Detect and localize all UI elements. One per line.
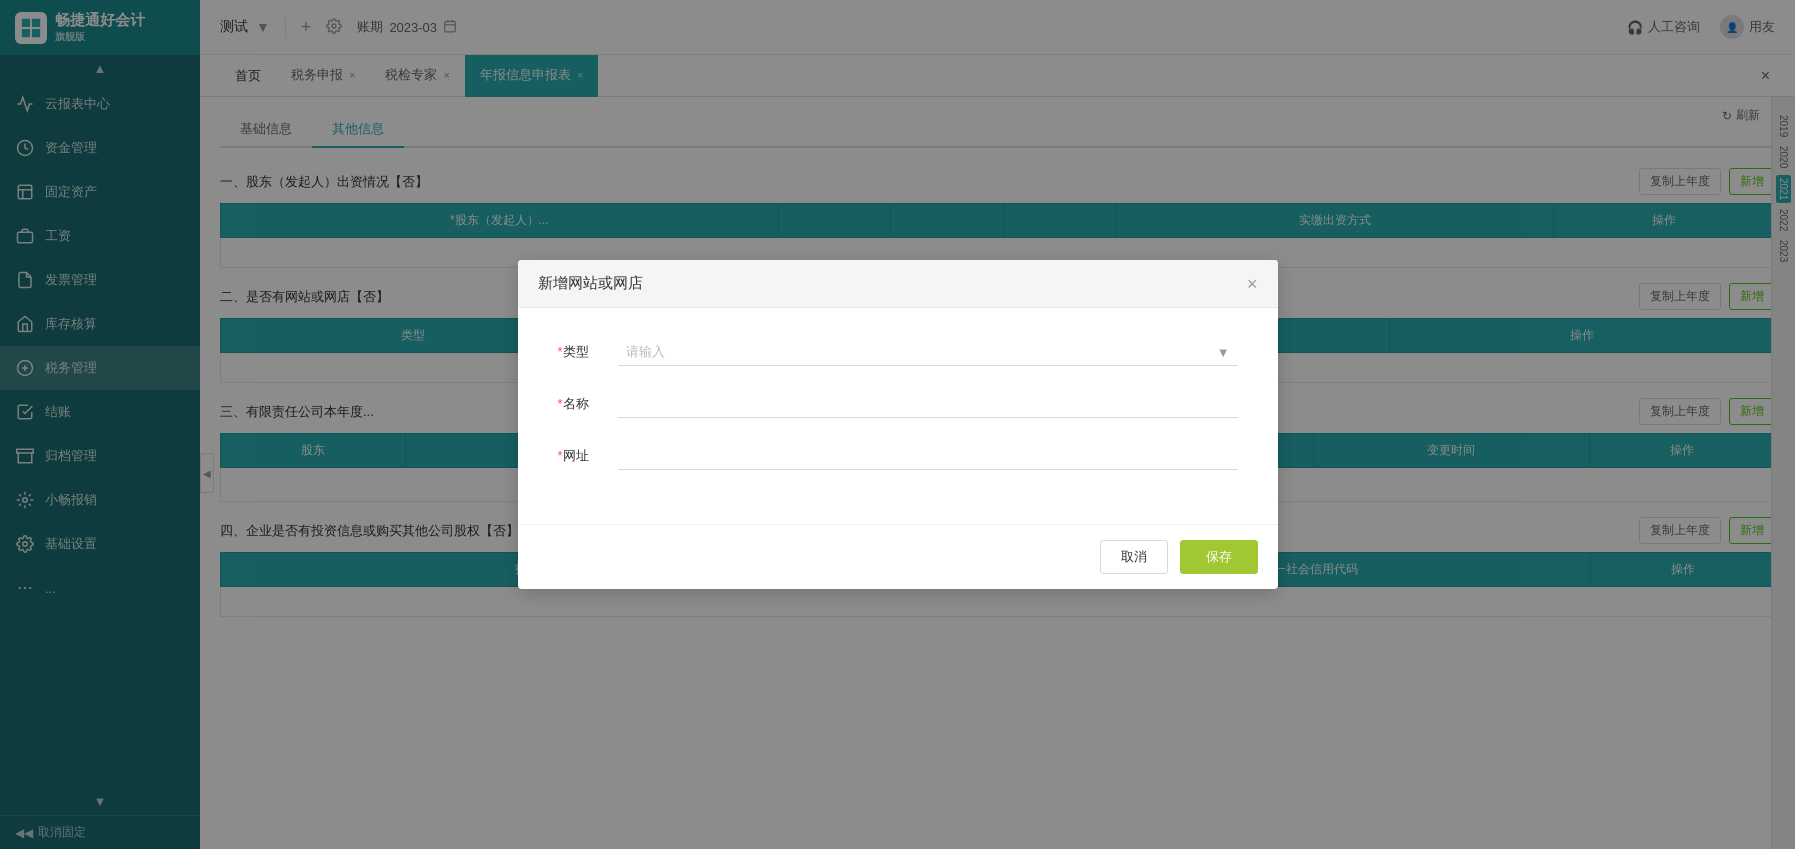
url-input-wrap (618, 442, 1238, 470)
type-input[interactable] (618, 338, 1238, 365)
save-button[interactable]: 保存 (1180, 540, 1258, 574)
cancel-button[interactable]: 取消 (1100, 540, 1168, 574)
name-input-wrap (618, 390, 1238, 418)
name-input[interactable] (618, 390, 1238, 417)
type-input-wrap: ▼ (618, 338, 1238, 366)
type-label: *类型 (558, 343, 618, 361)
url-input[interactable] (618, 442, 1238, 469)
dialog-title: 新增网站或网店 (538, 274, 643, 293)
form-row-url: *网址 (558, 442, 1238, 470)
dialog-header: 新增网站或网店 × (518, 260, 1278, 308)
form-row-name: *名称 (558, 390, 1238, 418)
name-label: *名称 (558, 395, 618, 413)
form-row-type: *类型 ▼ (558, 338, 1238, 366)
dialog-body: *类型 ▼ *名称 *网址 (518, 308, 1278, 524)
add-website-dialog: 新增网站或网店 × *类型 ▼ *名称 (518, 260, 1278, 589)
url-label: *网址 (558, 447, 618, 465)
dialog-footer: 取消 保存 (518, 524, 1278, 589)
dialog-overlay: 新增网站或网店 × *类型 ▼ *名称 (0, 0, 1795, 849)
dialog-close-button[interactable]: × (1247, 275, 1258, 293)
